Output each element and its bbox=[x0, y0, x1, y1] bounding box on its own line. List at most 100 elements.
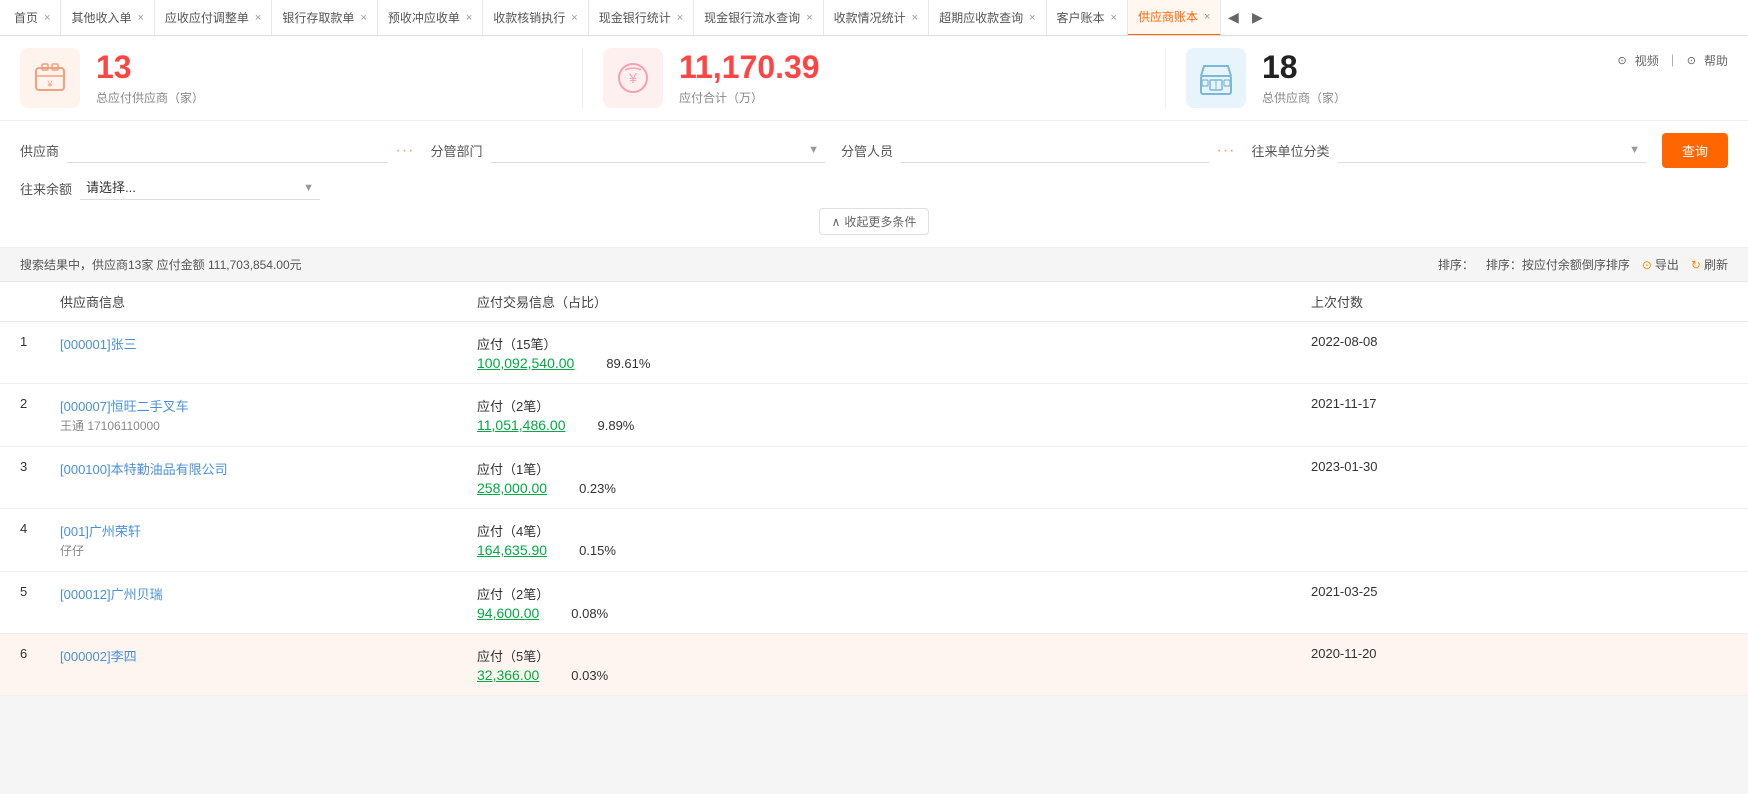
trade-info: 应付（15笔） 100,092,540.00 89.61% bbox=[477, 334, 1311, 371]
tab-cash-flow[interactable]: 现金银行流水查询 × bbox=[694, 0, 823, 36]
category-select-wrap: ▼ bbox=[1338, 139, 1646, 163]
total-suppliers-label: 总供应商（家） bbox=[1262, 89, 1346, 106]
person-label: 分管人员 bbox=[841, 141, 893, 160]
filter-row-1: 供应商 ··· 分管部门 ▼ 分管人员 ··· 往来单位分类 bbox=[20, 133, 1728, 168]
export-icon: ⊙ bbox=[1642, 258, 1652, 272]
tab-prev-btn[interactable]: ◀ bbox=[1221, 0, 1245, 36]
supplier-info: [001]广州荣轩 仔仔 bbox=[60, 521, 477, 559]
tab-bank[interactable]: 银行存取款单 × bbox=[272, 0, 377, 36]
amount-link[interactable]: 11,051,486.00 bbox=[477, 417, 566, 433]
trade-label: 应付（4笔） bbox=[477, 521, 1311, 540]
tab-overdue[interactable]: 超期应收款查询 × bbox=[929, 0, 1046, 36]
person-input[interactable] bbox=[901, 139, 1209, 163]
tab-close-home[interactable]: × bbox=[44, 12, 50, 24]
amount-link[interactable]: 164,635.90 bbox=[477, 542, 547, 558]
tab-close-income[interactable]: × bbox=[137, 12, 143, 24]
tab-receipt[interactable]: 收款核销执行 × bbox=[483, 0, 588, 36]
row-num: 1 bbox=[20, 334, 60, 349]
tab-close-cash-flow[interactable]: × bbox=[806, 12, 812, 24]
filter-supplier: 供应商 ··· bbox=[20, 139, 415, 163]
trade-info: 应付（2笔） 94,600.00 0.08% bbox=[477, 584, 1311, 621]
collapse-button[interactable]: ∧ 收起更多条件 bbox=[819, 208, 930, 235]
supplier-link[interactable]: [000012]广州贝瑞 bbox=[60, 587, 163, 602]
divider-2 bbox=[1165, 48, 1166, 108]
row-num: 2 bbox=[20, 396, 60, 411]
table-row: 5 [000012]广州贝瑞 应付（2笔） 94,600.00 0.08% 20… bbox=[0, 572, 1748, 634]
table-body: 1 [000001]张三 应付（15笔） 100,092,540.00 89.6… bbox=[0, 322, 1748, 696]
trade-label: 应付（5笔） bbox=[477, 646, 1311, 665]
supplier-link[interactable]: [001]广州荣轩 bbox=[60, 524, 141, 539]
export-button[interactable]: ⊙ 导出 bbox=[1642, 256, 1679, 273]
department-select[interactable] bbox=[491, 139, 825, 162]
video-link[interactable]: 视频 bbox=[1635, 52, 1659, 69]
tab-income[interactable]: 其他收入单 × bbox=[61, 0, 154, 36]
supplier-link[interactable]: [000002]李四 bbox=[60, 649, 137, 664]
tab-close-customer-book[interactable]: × bbox=[1111, 12, 1117, 24]
tab-cash-stat[interactable]: 现金银行统计 × bbox=[589, 0, 694, 36]
trade-label: 应付（2笔） bbox=[477, 584, 1311, 603]
tab-close-adjust[interactable]: × bbox=[255, 12, 261, 24]
trade-label: 应付（1笔） bbox=[477, 459, 1311, 478]
amount-icon: ¥ bbox=[603, 48, 663, 108]
results-summary: 搜索结果中，供应商13家 应付金额 111,703,854.00元 bbox=[20, 256, 302, 273]
filter-department: 分管部门 ▼ bbox=[431, 139, 826, 163]
tab-close-receipt[interactable]: × bbox=[571, 12, 577, 24]
shop-icon bbox=[1186, 48, 1246, 108]
category-label: 往来单位分类 bbox=[1252, 141, 1330, 160]
amount-link[interactable]: 258,000.00 bbox=[477, 480, 547, 496]
tab-close-supplier-book[interactable]: × bbox=[1204, 11, 1210, 23]
refresh-button[interactable]: ↻ 刷新 bbox=[1691, 256, 1728, 273]
amount-link[interactable]: 32,366.00 bbox=[477, 667, 539, 683]
amount-link[interactable]: 94,600.00 bbox=[477, 605, 539, 621]
last-pay: 2023-01-30 bbox=[1311, 459, 1728, 474]
supplier-link[interactable]: [000007]恒旺二手叉车 bbox=[60, 399, 189, 414]
col-supplier: 供应商信息 bbox=[60, 292, 477, 311]
help-links: ⊙ 视频 ｜ ⊙ 帮助 bbox=[1618, 52, 1728, 69]
refresh-icon: ↻ bbox=[1691, 258, 1701, 272]
amount-link[interactable]: 100,092,540.00 bbox=[477, 355, 574, 371]
tab-next-btn[interactable]: ▶ bbox=[1245, 0, 1269, 36]
stat-payable-total: ¥ 11,170.39 应付合计（万） bbox=[603, 48, 1145, 108]
tab-adjust[interactable]: 应收应付调整单 × bbox=[155, 0, 272, 36]
trade-percent: 0.15% bbox=[579, 543, 616, 558]
trade-percent: 0.23% bbox=[579, 481, 616, 496]
tab-home[interactable]: 首页 × bbox=[4, 0, 61, 36]
supplier-dots-icon[interactable]: ··· bbox=[396, 142, 415, 160]
supplier-link[interactable]: [000001]张三 bbox=[60, 337, 137, 352]
supplier-input[interactable] bbox=[67, 139, 388, 163]
tab-close-prepay-r[interactable]: × bbox=[466, 12, 472, 24]
svg-text:¥: ¥ bbox=[628, 70, 637, 86]
tab-collect-stat[interactable]: 收款情况统计 × bbox=[824, 0, 929, 36]
supplier-info: [000002]李四 bbox=[60, 646, 477, 665]
tab-prepay-r[interactable]: 预收冲应收单 × bbox=[378, 0, 483, 36]
trade-info: 应付（1笔） 258,000.00 0.23% bbox=[477, 459, 1311, 496]
row-num: 4 bbox=[20, 521, 60, 536]
tab-close-cash-stat[interactable]: × bbox=[677, 12, 683, 24]
tab-supplier-book[interactable]: 供应商账本 × bbox=[1128, 0, 1221, 36]
table-row: 6 [000002]李四 应付（5笔） 32,366.00 0.03% 2020… bbox=[0, 634, 1748, 696]
balance-select[interactable]: 请选择... bbox=[80, 176, 320, 199]
payable-suppliers-number: 13 bbox=[96, 50, 204, 85]
query-button[interactable]: 查询 bbox=[1662, 133, 1728, 168]
tab-close-bank[interactable]: × bbox=[360, 12, 366, 24]
table-row: 4 [001]广州荣轩 仔仔 应付（4笔） 164,635.90 0.15% bbox=[0, 509, 1748, 572]
trade-label: 应付（2笔） bbox=[477, 396, 1311, 415]
help-circle-icon: ⊙ bbox=[1687, 54, 1696, 67]
supplier-sub: 王通 17106110000 bbox=[60, 417, 477, 434]
row-num: 3 bbox=[20, 459, 60, 474]
filter-person: 分管人员 ··· bbox=[841, 139, 1236, 163]
category-select[interactable] bbox=[1338, 139, 1646, 162]
sort-select[interactable]: 排序：按应付余额倒序排序 bbox=[1486, 256, 1630, 273]
row-num: 5 bbox=[20, 584, 60, 599]
trade-percent: 0.08% bbox=[571, 606, 608, 621]
tab-close-collect-stat[interactable]: × bbox=[912, 12, 918, 24]
person-dots-icon[interactable]: ··· bbox=[1217, 142, 1236, 160]
trade-percent: 89.61% bbox=[606, 356, 650, 371]
help-link[interactable]: 帮助 bbox=[1704, 52, 1728, 69]
supplier-sub: 仔仔 bbox=[60, 542, 477, 559]
supplier-label: 供应商 bbox=[20, 141, 59, 160]
tab-close-overdue[interactable]: × bbox=[1029, 12, 1035, 24]
balance-label: 往来余额 bbox=[20, 179, 72, 198]
supplier-link[interactable]: [000100]本特勤油品有限公司 bbox=[60, 462, 228, 477]
tab-customer-book[interactable]: 客户账本 × bbox=[1047, 0, 1128, 36]
